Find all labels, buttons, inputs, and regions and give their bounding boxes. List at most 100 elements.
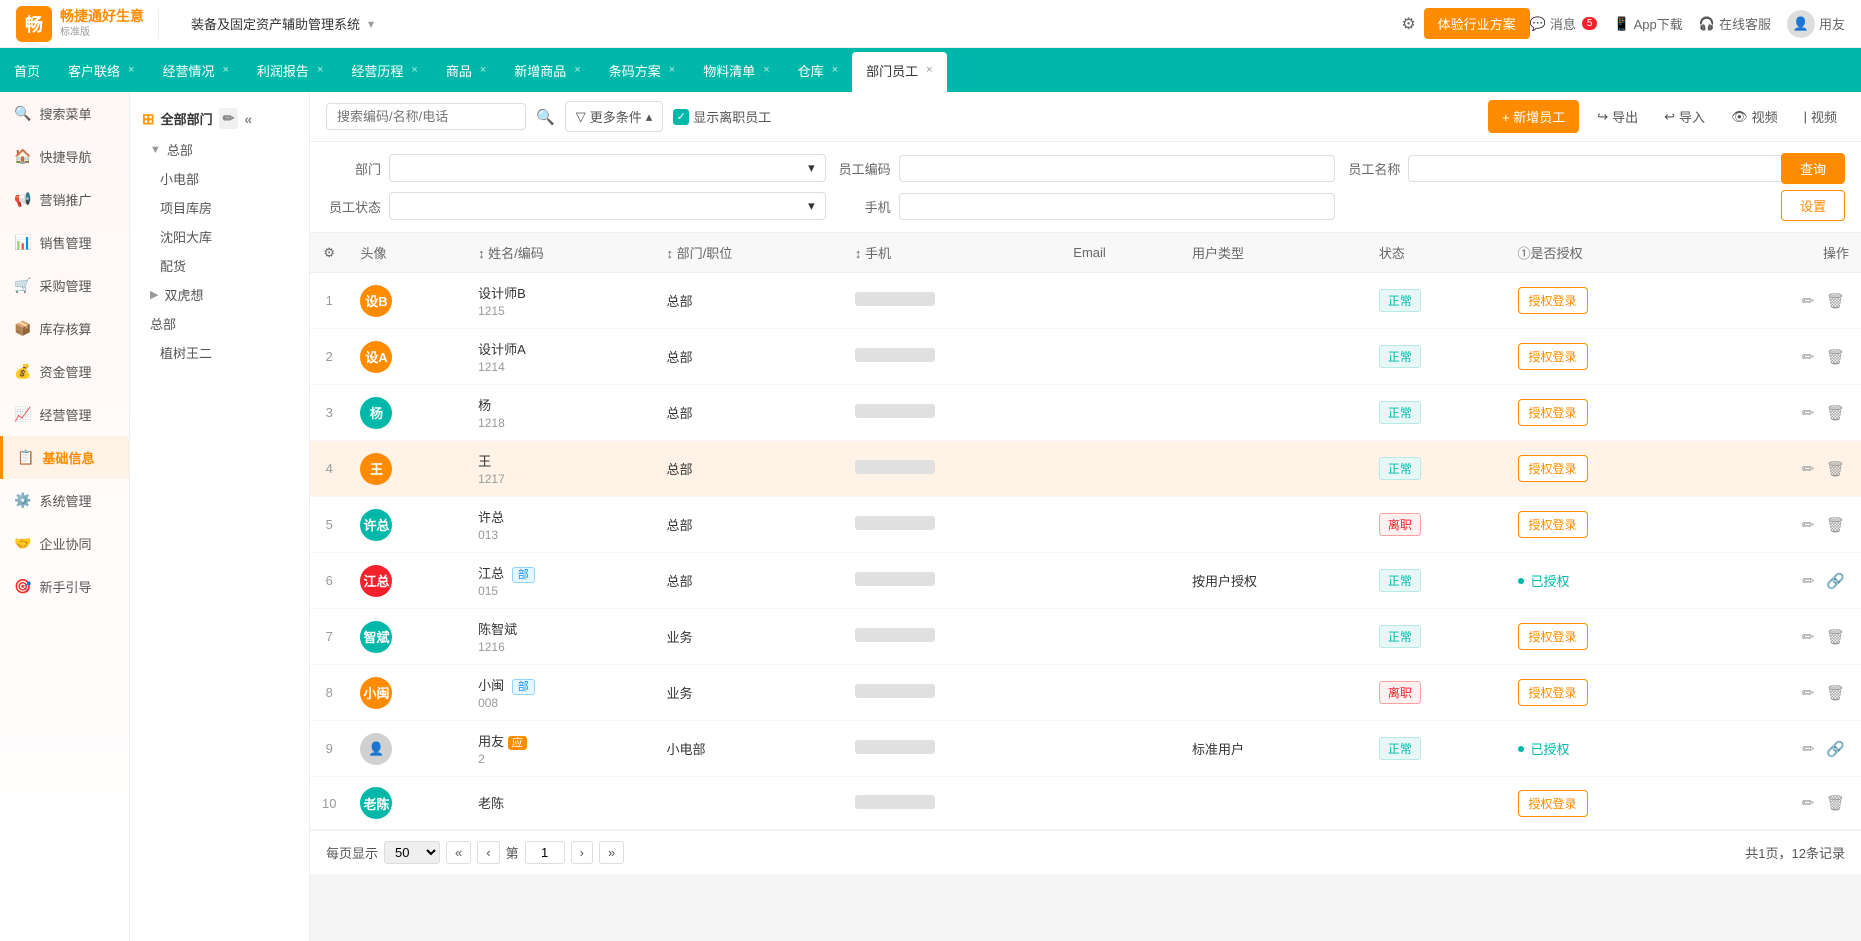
app-download-button[interactable]: 📱 App下载 bbox=[1613, 14, 1682, 33]
sidebar-item-guide[interactable]: 🎯 新手引导 bbox=[0, 565, 129, 608]
close-icon[interactable]: × bbox=[763, 64, 769, 76]
next-page-button[interactable]: › bbox=[571, 841, 593, 864]
tab-bom[interactable]: 物料清单 × bbox=[689, 48, 783, 92]
import-button[interactable]: ↩ 导入 bbox=[1656, 102, 1713, 131]
tab-customer[interactable]: 客户联络 × bbox=[54, 48, 148, 92]
dept-item-xiaodibu[interactable]: 小电部 bbox=[130, 164, 309, 193]
tab-history[interactable]: 经营历程 × bbox=[337, 48, 431, 92]
search-input[interactable] bbox=[326, 103, 526, 130]
close-icon[interactable]: × bbox=[480, 64, 486, 76]
dept-item-zhishu[interactable]: 植树王二 bbox=[130, 338, 309, 367]
close-icon[interactable]: × bbox=[128, 64, 134, 76]
dept-collapse-icon[interactable]: « bbox=[244, 111, 252, 127]
auth-login-button[interactable]: 授权登录 bbox=[1518, 623, 1588, 650]
delete-button[interactable]: 🗑 bbox=[1822, 792, 1849, 814]
dept-item-project[interactable]: 项目库房 bbox=[130, 193, 309, 222]
close-icon[interactable]: × bbox=[222, 64, 228, 76]
dept-item-distribution[interactable]: 配货 bbox=[130, 251, 309, 280]
delete-button[interactable]: 🗑 bbox=[1822, 514, 1849, 536]
sidebar-item-basic[interactable]: 📋 基础信息 bbox=[0, 436, 129, 479]
experience-button[interactable]: 体验行业方案 bbox=[1424, 8, 1530, 39]
delete-button[interactable]: 🗑 bbox=[1822, 290, 1849, 312]
tab-home[interactable]: 首页 bbox=[0, 48, 54, 92]
dept-item-zongbu[interactable]: 总部 bbox=[130, 309, 309, 338]
close-icon[interactable]: × bbox=[926, 64, 932, 76]
tab-employees[interactable]: 部门员工 × bbox=[852, 52, 946, 92]
dept-item-shenyang[interactable]: 沈阳大库 bbox=[130, 222, 309, 251]
sidebar-item-management[interactable]: 📈 经营管理 bbox=[0, 393, 129, 436]
delete-button[interactable]: 🗑 bbox=[1822, 402, 1849, 424]
close-icon[interactable]: × bbox=[317, 64, 323, 76]
sidebar-item-system[interactable]: ⚙️ 系统管理 bbox=[0, 479, 129, 522]
filter-phone-input[interactable] bbox=[899, 193, 1336, 220]
auth-login-button[interactable]: 授权登录 bbox=[1518, 287, 1588, 314]
settings-button[interactable]: ⚙ bbox=[1401, 14, 1415, 34]
delete-button[interactable]: 🗑 bbox=[1822, 458, 1849, 480]
delete-button[interactable]: 🗑 bbox=[1822, 626, 1849, 648]
auth-login-button[interactable]: 授权登录 bbox=[1518, 679, 1588, 706]
show-disabled-toggle[interactable]: ✓ 显示离职员工 bbox=[673, 107, 771, 126]
col-dept[interactable]: ↕ 部门/职位 bbox=[654, 233, 842, 273]
auth-login-button[interactable]: 授权登录 bbox=[1518, 399, 1588, 426]
prev-page-button[interactable]: ‹ bbox=[477, 841, 499, 864]
dept-edit-icon[interactable]: ✏ bbox=[219, 108, 239, 129]
tab-barcode[interactable]: 条码方案 × bbox=[595, 48, 689, 92]
delete-button[interactable]: 🔗 bbox=[1822, 738, 1849, 760]
views-button[interactable]: 👁 视频 bbox=[1723, 102, 1786, 131]
message-button[interactable]: 💬 消息 5 bbox=[1530, 14, 1598, 33]
tab-profit[interactable]: 利润报告 × bbox=[243, 48, 337, 92]
filter-dept-select[interactable]: ▾ bbox=[389, 154, 826, 182]
more-filters-button[interactable]: ▽ 更多条件 ▴ bbox=[565, 101, 664, 132]
dept-item-general[interactable]: ▼ 总部 bbox=[130, 135, 309, 164]
edit-button[interactable]: ✏ bbox=[1798, 682, 1819, 704]
edit-button[interactable]: ✏ bbox=[1798, 626, 1819, 648]
tab-warehouse[interactable]: 仓库 × bbox=[784, 48, 852, 92]
close-icon[interactable]: × bbox=[411, 64, 417, 76]
close-icon[interactable]: × bbox=[832, 64, 838, 76]
edit-button[interactable]: ✏ bbox=[1798, 290, 1819, 312]
reset-button[interactable]: 设置 bbox=[1781, 190, 1845, 221]
edit-button[interactable]: ✏ bbox=[1798, 792, 1819, 814]
search-button[interactable]: 🔍 bbox=[536, 108, 555, 126]
filter-status-select[interactable]: ▾ bbox=[389, 192, 826, 220]
more-button[interactable]: | 视频 bbox=[1796, 102, 1845, 131]
sidebar-item-collab[interactable]: 🤝 企业协同 bbox=[0, 522, 129, 565]
page-input[interactable] bbox=[525, 841, 565, 864]
col-name[interactable]: ↕ 姓名/编码 bbox=[466, 233, 654, 273]
online-service-button[interactable]: 🎧 在线客服 bbox=[1699, 14, 1771, 33]
sidebar-item-finance[interactable]: 💰 资金管理 bbox=[0, 350, 129, 393]
edit-button[interactable]: ✏ bbox=[1798, 570, 1819, 592]
user-menu[interactable]: 👤 用友 bbox=[1787, 10, 1845, 38]
filter-empcode-input[interactable] bbox=[899, 155, 1336, 182]
delete-button[interactable]: 🗑 bbox=[1822, 682, 1849, 704]
last-page-button[interactable]: » bbox=[599, 841, 624, 864]
sidebar-item-quicknav[interactable]: 🏠 快捷导航 bbox=[0, 135, 129, 178]
auth-login-button[interactable]: 授权登录 bbox=[1518, 455, 1588, 482]
tab-goods[interactable]: 商品 × bbox=[432, 48, 500, 92]
dropdown-arrow-icon[interactable]: ▾ bbox=[368, 17, 374, 31]
filter-empname-input[interactable] bbox=[1408, 155, 1845, 182]
export-button[interactable]: ↪ 导出 bbox=[1589, 102, 1646, 131]
settings-col-header[interactable]: ⚙ bbox=[310, 233, 348, 273]
add-employee-button[interactable]: + 新增员工 bbox=[1488, 100, 1579, 133]
auth-login-button[interactable]: 授权登录 bbox=[1518, 511, 1588, 538]
tab-new-goods[interactable]: 新增商品 × bbox=[500, 48, 594, 92]
dept-item-shuanghu[interactable]: ▶ 双虎想 bbox=[130, 280, 309, 309]
sidebar-item-inventory[interactable]: 📦 库存核算 bbox=[0, 307, 129, 350]
edit-button[interactable]: ✏ bbox=[1798, 514, 1819, 536]
delete-button[interactable]: 🗑 bbox=[1822, 346, 1849, 368]
query-button[interactable]: 查询 bbox=[1781, 153, 1845, 184]
sidebar-item-marketing[interactable]: 📢 营销推广 bbox=[0, 178, 129, 221]
edit-button[interactable]: ✏ bbox=[1798, 346, 1819, 368]
close-icon[interactable]: × bbox=[574, 64, 580, 76]
sidebar-item-search[interactable]: 🔍 搜索菜单 bbox=[0, 92, 129, 135]
col-phone[interactable]: ↕ 手机 bbox=[843, 233, 1061, 273]
tab-operation[interactable]: 经营情况 × bbox=[148, 48, 242, 92]
delete-button[interactable]: 🔗 bbox=[1822, 570, 1849, 592]
auth-login-button[interactable]: 授权登录 bbox=[1518, 343, 1588, 370]
edit-button[interactable]: ✏ bbox=[1798, 738, 1819, 760]
sidebar-item-purchase[interactable]: 🛒 采购管理 bbox=[0, 264, 129, 307]
per-page-select[interactable]: 50 100 200 bbox=[384, 841, 440, 864]
edit-button[interactable]: ✏ bbox=[1798, 458, 1819, 480]
auth-login-button[interactable]: 授权登录 bbox=[1518, 790, 1588, 817]
